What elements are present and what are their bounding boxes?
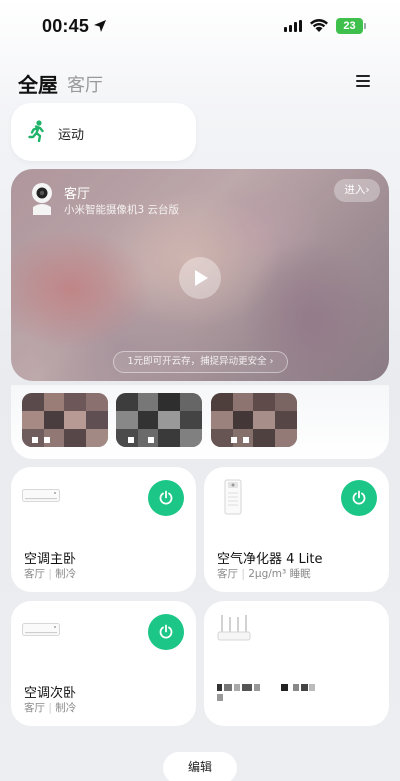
wifi-icon: [310, 19, 328, 32]
cloud-storage-promo[interactable]: 1元即可开云存，捕捉异动更安全 ›: [113, 351, 288, 373]
camera-enter-button[interactable]: 进入›: [334, 179, 380, 202]
device-card-air-purifier[interactable]: 空气净化器 4 Lite 客厅 | 2μg/m³ 睡眠: [204, 467, 389, 592]
camera-device-icon: [32, 183, 52, 215]
device-status: 客厅 | 2μg/m³ 睡眠: [217, 568, 311, 580]
air-conditioner-icon: [22, 623, 60, 636]
location-arrow-icon: [94, 20, 106, 32]
camera-model-label: 小米智能摄像机3 云台版: [64, 204, 180, 216]
device-name: 空调次卧: [24, 686, 77, 701]
air-conditioner-icon: [22, 489, 60, 502]
device-name: 空气净化器 4 Lite: [217, 552, 323, 567]
sport-scene-label: 运动: [58, 128, 85, 143]
play-button[interactable]: [179, 257, 221, 299]
edit-button[interactable]: 编辑: [163, 752, 237, 781]
battery-level: 23: [336, 18, 363, 34]
menu-icon[interactable]: [356, 75, 370, 87]
device-card-router[interactable]: [204, 601, 389, 726]
cloud-promo-text: 1元即可开云存，捕捉异动更安全: [127, 356, 267, 367]
device-card-ac-master[interactable]: 空调主卧 客厅 | 制冷: [11, 467, 196, 592]
signal-icon: [284, 20, 302, 32]
running-person-icon: [28, 120, 44, 142]
tab-living-room[interactable]: 客厅: [67, 71, 103, 97]
device-name: 空调主卧: [24, 552, 77, 567]
device-status: 客厅 | 制冷: [24, 702, 77, 714]
battery-icon: 23: [336, 18, 366, 34]
header: 全屋 客厅: [0, 66, 400, 98]
camera-preview-card[interactable]: 客厅 小米智能摄像机3 云台版 进入› 1元即可开云存，捕捉异动更安全 ›: [11, 169, 389, 381]
power-icon: [159, 624, 173, 639]
power-icon: [159, 490, 173, 505]
status-bar: 00:45 23: [0, 0, 400, 56]
recording-thumbnail[interactable]: [211, 393, 297, 447]
power-button[interactable]: [148, 480, 184, 516]
router-icon: [217, 615, 251, 641]
tab-whole-house[interactable]: 全屋: [18, 69, 58, 98]
power-icon: [352, 490, 366, 505]
device-status: 客厅 | 制冷: [24, 568, 77, 580]
device-card-ac-second[interactable]: 空调次卧 客厅 | 制冷: [11, 601, 196, 726]
power-button[interactable]: [148, 614, 184, 650]
recording-thumbnails: [11, 385, 389, 459]
camera-enter-label: 进入: [344, 184, 366, 196]
recording-thumbnail[interactable]: [116, 393, 202, 447]
chevron-right-icon: ›: [365, 184, 370, 196]
status-time: 00:45: [42, 16, 90, 36]
recording-thumbnail[interactable]: [22, 393, 108, 447]
power-button[interactable]: [341, 480, 377, 516]
sport-scene-card[interactable]: 运动: [11, 103, 196, 161]
air-purifier-icon: [224, 479, 242, 515]
chevron-right-icon: ›: [269, 356, 274, 367]
camera-room-label: 客厅: [64, 187, 91, 202]
device-name-redacted: [217, 684, 317, 704]
